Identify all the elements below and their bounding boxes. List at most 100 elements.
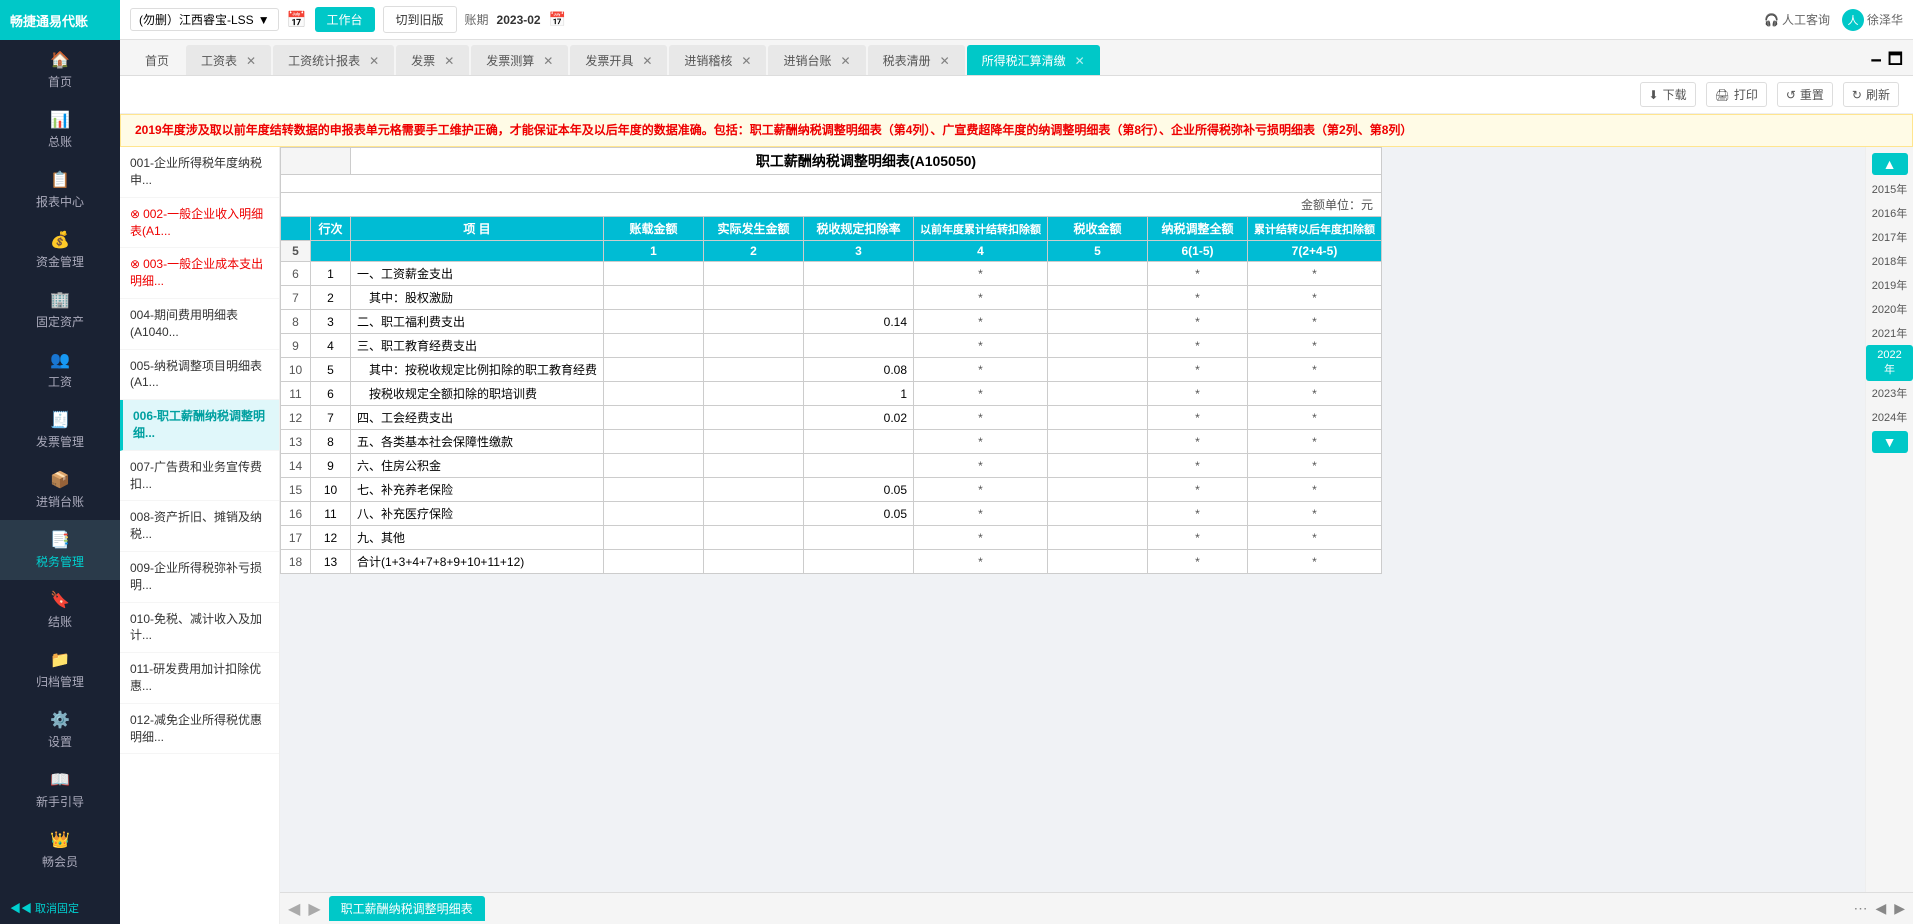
col-d-cell[interactable] bbox=[704, 502, 804, 526]
nav-item-007[interactable]: 007-广告费和业务宣传费扣... bbox=[120, 451, 279, 502]
col-c-cell[interactable] bbox=[604, 262, 704, 286]
nav-item-008[interactable]: 008-资产折旧、摊销及纳税... bbox=[120, 501, 279, 552]
col-d-cell[interactable] bbox=[704, 358, 804, 382]
year-scroll-up[interactable]: ▲ bbox=[1872, 153, 1908, 175]
sheet-wrapper[interactable]: 职工薪酬纳税调整明细表(A105050) 金额单位：元 bbox=[280, 147, 1865, 892]
year-item-2017[interactable]: 2017年 bbox=[1870, 225, 1909, 249]
bottom-menu-icon[interactable]: ⋯ bbox=[1853, 900, 1867, 917]
year-item-2024[interactable]: 2024年 bbox=[1870, 405, 1909, 429]
sidebar-item-funds[interactable]: 💰 资金管理 bbox=[0, 220, 120, 280]
user-menu[interactable]: 人 徐泽华 bbox=[1842, 9, 1903, 31]
nav-item-004[interactable]: 004-期间费用明细表(A1040... bbox=[120, 299, 279, 350]
col-c-cell[interactable] bbox=[604, 454, 704, 478]
col-c-cell[interactable] bbox=[604, 310, 704, 334]
col-d-cell[interactable] bbox=[704, 310, 804, 334]
year-item-2021[interactable]: 2021年 bbox=[1870, 321, 1909, 345]
nav-item-005[interactable]: 005-纳税调整项目明细表(A1... bbox=[120, 350, 279, 401]
nav-item-009[interactable]: 009-企业所得税弥补亏损明... bbox=[120, 552, 279, 603]
col-d-cell[interactable] bbox=[704, 406, 804, 430]
year-scroll-down[interactable]: ▼ bbox=[1872, 431, 1908, 453]
nav-item-012[interactable]: 012-减免企业所得税优惠明细... bbox=[120, 704, 279, 755]
sidebar-item-home[interactable]: 🏠 首页 bbox=[0, 40, 120, 100]
sidebar-item-invoice[interactable]: 🧾 发票管理 bbox=[0, 400, 120, 460]
col-g-cell[interactable] bbox=[1048, 286, 1148, 310]
tab-invoice-calc[interactable]: 发票测算✕ bbox=[471, 45, 568, 75]
col-d-cell[interactable] bbox=[704, 550, 804, 574]
sidebar-item-salary[interactable]: 👥 工资 bbox=[0, 340, 120, 400]
col-d-cell[interactable] bbox=[704, 526, 804, 550]
nav-item-006[interactable]: 006-职工薪酬纳税调整明细... bbox=[120, 400, 279, 451]
sidebar-item-assets[interactable]: 🏢 固定资产 bbox=[0, 280, 120, 340]
sidebar-item-purchases[interactable]: 📦 进销台账 bbox=[0, 460, 120, 520]
col-c-cell[interactable] bbox=[604, 550, 704, 574]
company-selector[interactable]: (勿删）江西睿宝-LSS ▼ bbox=[130, 8, 279, 31]
sidebar-item-guide[interactable]: 📖 新手引导 bbox=[0, 760, 120, 820]
col-g-cell[interactable] bbox=[1048, 454, 1148, 478]
col-d-cell[interactable] bbox=[704, 478, 804, 502]
col-c-cell[interactable] bbox=[604, 502, 704, 526]
sidebar-item-ledger[interactable]: 📊 总账 bbox=[0, 100, 120, 160]
col-g-cell[interactable] bbox=[1048, 262, 1148, 286]
tab-invoice-issue[interactable]: 发票开具✕ bbox=[570, 45, 667, 75]
tab-close[interactable]: ✕ bbox=[642, 54, 652, 68]
tab-close[interactable]: ✕ bbox=[940, 54, 950, 68]
col-d-cell[interactable] bbox=[704, 382, 804, 406]
sidebar-item-settle[interactable]: 🔖 结账 bbox=[0, 580, 120, 640]
tab-sales-ledger[interactable]: 进销台账✕ bbox=[768, 45, 865, 75]
col-c-cell[interactable] bbox=[604, 286, 704, 310]
refresh-btn[interactable]: ↻ 刷新 bbox=[1843, 82, 1899, 107]
tab-close[interactable]: ✕ bbox=[1075, 54, 1085, 68]
col-d-cell[interactable] bbox=[704, 454, 804, 478]
nav-item-010[interactable]: 010-免税、减计收入及加计... bbox=[120, 603, 279, 654]
col-c-cell[interactable] bbox=[604, 526, 704, 550]
reset-btn[interactable]: ↺ 重置 bbox=[1777, 82, 1833, 107]
nav-item-002[interactable]: ⊗002-一般企业收入明细表(A1... bbox=[120, 198, 279, 249]
col-d-cell[interactable] bbox=[704, 286, 804, 310]
bottom-right-icon[interactable]: ▶ bbox=[1894, 900, 1905, 917]
year-item-2019[interactable]: 2019年 bbox=[1870, 273, 1909, 297]
tab-tax-book[interactable]: 税表清册✕ bbox=[868, 45, 965, 75]
tab-close[interactable]: ✕ bbox=[369, 54, 379, 68]
nav-item-003[interactable]: ⊗003-一般企业成本支出明细... bbox=[120, 248, 279, 299]
sidebar-item-member[interactable]: 👑 畅会员 bbox=[0, 820, 120, 880]
year-item-2020[interactable]: 2020年 bbox=[1870, 297, 1909, 321]
tab-home[interactable]: 首页 bbox=[130, 45, 184, 75]
col-g-cell[interactable] bbox=[1048, 334, 1148, 358]
col-g-cell[interactable] bbox=[1048, 502, 1148, 526]
support-btn[interactable]: 🎧 人工客询 bbox=[1764, 11, 1830, 28]
sidebar-item-archive[interactable]: 📁 归档管理 bbox=[0, 640, 120, 700]
col-d-cell[interactable] bbox=[704, 430, 804, 454]
year-item-2022[interactable]: 2022年 bbox=[1866, 345, 1913, 381]
col-g-cell[interactable] bbox=[1048, 310, 1148, 334]
workspace-btn[interactable]: 工作台 bbox=[315, 7, 375, 32]
col-c-cell[interactable] bbox=[604, 478, 704, 502]
scroll-left-icon[interactable]: ◀ bbox=[288, 899, 300, 919]
period-calendar-icon[interactable]: 📅 bbox=[549, 11, 566, 28]
year-item-2016[interactable]: 2016年 bbox=[1870, 201, 1909, 225]
tab-close[interactable]: ✕ bbox=[741, 54, 751, 68]
calendar-icon[interactable]: 📅 bbox=[287, 10, 307, 30]
tab-salary-table[interactable]: 工资表✕ bbox=[186, 45, 271, 75]
tab-sales-check[interactable]: 进销稽核✕ bbox=[669, 45, 766, 75]
sidebar-item-tax[interactable]: 📑 税务管理 bbox=[0, 520, 120, 580]
year-item-2018[interactable]: 2018年 bbox=[1870, 249, 1909, 273]
print-btn[interactable]: 🖨 打印 bbox=[1706, 82, 1767, 107]
minimize-icon[interactable]: 🗕 bbox=[1870, 48, 1881, 75]
tab-invoice[interactable]: 发票✕ bbox=[396, 45, 469, 75]
col-c-cell[interactable] bbox=[604, 406, 704, 430]
col-d-cell[interactable] bbox=[704, 334, 804, 358]
tab-close[interactable]: ✕ bbox=[543, 54, 553, 68]
col-c-cell[interactable] bbox=[604, 358, 704, 382]
col-d-cell[interactable] bbox=[704, 262, 804, 286]
bottom-sheet-tab[interactable]: 职工薪酬纳税调整明细表 bbox=[329, 896, 485, 921]
col-g-cell[interactable] bbox=[1048, 478, 1148, 502]
year-item-2015[interactable]: 2015年 bbox=[1870, 177, 1909, 201]
sidebar-item-reports[interactable]: 📋 报表中心 bbox=[0, 160, 120, 220]
tab-close[interactable]: ✕ bbox=[841, 54, 851, 68]
col-g-cell[interactable] bbox=[1048, 358, 1148, 382]
col-g-cell[interactable] bbox=[1048, 430, 1148, 454]
col-c-cell[interactable] bbox=[604, 334, 704, 358]
col-g-cell[interactable] bbox=[1048, 550, 1148, 574]
nav-item-001[interactable]: 001-企业所得税年度纳税申... bbox=[120, 147, 279, 198]
download-btn[interactable]: ⬇ 下载 bbox=[1640, 82, 1696, 107]
